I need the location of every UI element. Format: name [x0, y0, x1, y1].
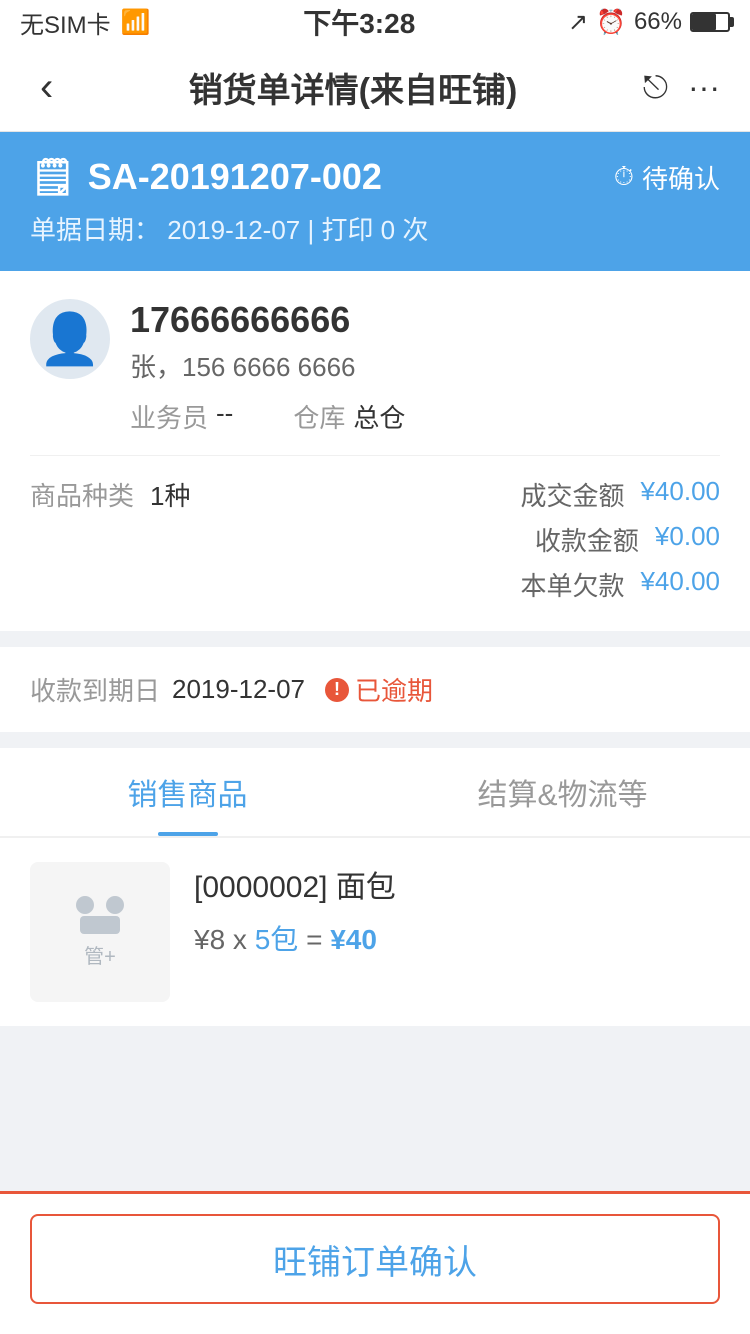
price-total: ¥40	[330, 924, 377, 955]
wifi-icon: 📶	[121, 8, 151, 37]
customer-section: 👤 17666666666 张，156 6666 6666 业务员 -- 仓库 …	[30, 299, 720, 435]
status-left: 无SIM卡 📶	[20, 5, 151, 40]
back-button[interactable]: ‹	[30, 55, 63, 120]
location-icon: ↗	[568, 8, 588, 37]
amount-row-1: 收款金额 ¥0.00	[535, 521, 720, 558]
amount-value-0: ¥40.00	[640, 476, 720, 513]
product-section: 管+ [0000002] 面包 ¥8 x 5包 = ¥40	[0, 838, 750, 1026]
type-label: 商品种类	[30, 476, 134, 513]
confirm-button[interactable]: 旺铺订单确认	[30, 1214, 720, 1304]
product-info: [0000002] 面包 ¥8 x 5包 = ¥40	[194, 862, 720, 958]
order-icon: 🗒	[30, 156, 76, 198]
alarm-icon: ⏰	[596, 8, 626, 37]
type-value: 1种	[150, 476, 190, 513]
product-item: 管+ [0000002] 面包 ¥8 x 5包 = ¥40	[30, 862, 720, 1002]
customer-info: 17666666666 张，156 6666 6666 业务员 -- 仓库 总仓	[130, 299, 720, 435]
amount-label-1: 收款金额	[535, 521, 639, 558]
warehouse-value: 总仓	[353, 398, 405, 435]
amount-label-0: 成交金额	[520, 476, 624, 513]
logo-mouth	[80, 916, 120, 934]
amount-value-2: ¥40.00	[640, 566, 720, 603]
page-title: 销货单详情(来自旺铺)	[189, 63, 518, 112]
price-separator: =	[306, 924, 330, 955]
logo-eye-right	[106, 896, 124, 914]
order-status: ⏱ 待确认	[614, 159, 720, 196]
battery-percent: 66%	[634, 8, 682, 36]
logo-eye-left	[76, 896, 94, 914]
price-qty: 5包	[255, 924, 299, 955]
bottom-bar: 旺铺订单确认	[0, 1191, 750, 1334]
summary-section: 商品种类 1种 成交金额 ¥40.00 收款金额 ¥0.00 本单欠款 ¥40.…	[30, 476, 720, 603]
order-id: 🗒 SA-20191207-002	[30, 156, 382, 198]
status-right: ↗ ⏰ 66%	[568, 8, 730, 37]
logo-text: 管+	[84, 940, 116, 969]
customer-card: 👤 17666666666 张，156 6666 6666 业务员 -- 仓库 …	[0, 271, 750, 631]
carrier-text: 无SIM卡	[20, 5, 111, 40]
navigation-bar: ‹ 销货单详情(来自旺铺) ⎋ ···	[0, 44, 750, 132]
date-label: 单据日期：	[30, 215, 160, 245]
tab-settlement-label: 结算&物流等	[477, 770, 647, 814]
order-header-top: 🗒 SA-20191207-002 ⏱ 待确认	[30, 156, 720, 198]
customer-phone: 17666666666	[130, 299, 720, 341]
tab-underline	[158, 832, 218, 836]
share-icon[interactable]: ⎋	[643, 69, 668, 107]
due-date-section: 收款到期日 2019-12-07 ! 已逾期	[0, 647, 750, 732]
tab-products-label: 销售商品	[128, 770, 248, 814]
amount-label-2: 本单欠款	[520, 566, 624, 603]
order-date-line: 单据日期： 2019-12-07 | 打印 0 次	[30, 210, 720, 247]
status-bar: 无SIM卡 📶 下午3:28 ↗ ⏰ 66%	[0, 0, 750, 44]
summary-right: 成交金额 ¥40.00 收款金额 ¥0.00 本单欠款 ¥40.00	[520, 476, 720, 603]
divider	[30, 455, 720, 456]
more-icon[interactable]: ···	[688, 69, 720, 106]
due-date-value: 2019-12-07	[172, 674, 305, 705]
status-text: 待确认	[642, 159, 720, 196]
battery-fill	[692, 14, 716, 30]
battery-icon	[690, 12, 730, 32]
summary-left: 商品种类 1种	[30, 476, 190, 513]
amount-row-2: 本单欠款 ¥40.00	[520, 566, 720, 603]
product-price-line: ¥8 x 5包 = ¥40	[194, 918, 720, 958]
sales-label: 业务员	[130, 398, 208, 435]
product-title: 面包	[336, 871, 396, 904]
nav-actions: ⎋ ···	[643, 69, 720, 107]
status-clock-icon: ⏱	[614, 161, 634, 193]
price-label: ¥8 x	[194, 924, 255, 955]
tab-settlement[interactable]: 结算&物流等	[375, 748, 750, 836]
tabs-bar: 销售商品 结算&物流等	[0, 748, 750, 838]
overdue-badge: ! 已逾期	[325, 671, 433, 708]
overdue-icon: !	[325, 678, 349, 702]
status-time: 下午3:28	[303, 2, 415, 42]
logo-eyes	[76, 896, 124, 914]
product-thumbnail: 管+	[30, 862, 170, 1002]
order-date-value: 2019-12-07	[167, 215, 300, 245]
due-label: 收款到期日	[30, 671, 160, 708]
product-name: [0000002] 面包	[194, 862, 720, 906]
warehouse-label: 仓库	[293, 398, 345, 435]
sales-value: --	[216, 398, 233, 435]
avatar-icon: 👤	[39, 310, 101, 369]
customer-name: 张，156 6666 6666	[130, 347, 720, 384]
overdue-text: 已逾期	[355, 671, 433, 708]
warehouse-meta: 仓库 总仓	[293, 398, 405, 435]
customer-meta: 业务员 -- 仓库 总仓	[130, 398, 720, 435]
tab-products[interactable]: 销售商品	[0, 748, 375, 836]
product-code: [0000002]	[194, 871, 327, 904]
print-info: | 打印 0 次	[307, 215, 428, 245]
product-logo: 管+	[76, 896, 124, 969]
amount-row-0: 成交金额 ¥40.00	[520, 476, 720, 513]
avatar: 👤	[30, 299, 110, 379]
order-header-card: 🗒 SA-20191207-002 ⏱ 待确认 单据日期： 2019-12-07…	[0, 132, 750, 271]
amount-value-1: ¥0.00	[655, 521, 720, 558]
sales-meta: 业务员 --	[130, 398, 233, 435]
